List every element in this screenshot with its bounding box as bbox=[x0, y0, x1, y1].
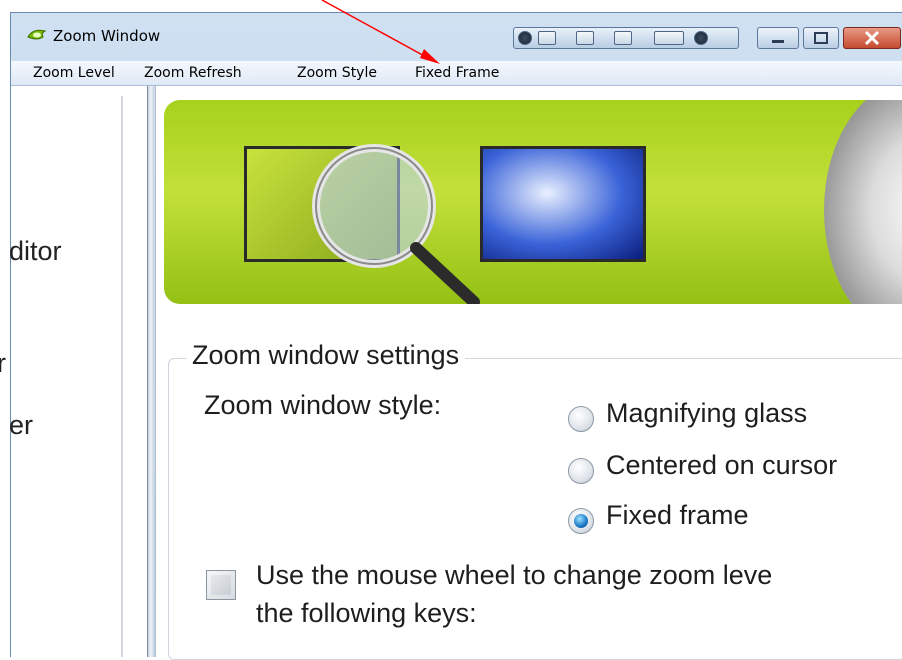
minimize-icon[interactable] bbox=[757, 27, 799, 49]
stop-icon[interactable] bbox=[694, 31, 708, 45]
nav-item-er[interactable]: er bbox=[9, 410, 33, 441]
zoom-banner-image bbox=[164, 100, 902, 304]
frame-icon[interactable] bbox=[654, 31, 684, 45]
zoom-window: Zoom Window Zoom Level Zoom Refresh Zoom… bbox=[0, 12, 902, 660]
radio-magnifying-glass[interactable] bbox=[568, 406, 594, 432]
export-icon[interactable] bbox=[614, 31, 632, 45]
left-navigation-pane: ditor r er bbox=[0, 86, 148, 657]
pane-splitter[interactable] bbox=[148, 86, 154, 657]
radio-centered-on-cursor[interactable] bbox=[568, 458, 594, 484]
fixed-frame-thumbnail bbox=[480, 146, 646, 262]
mouse-wheel-checkbox[interactable] bbox=[206, 570, 236, 600]
radio-fixed-frame[interactable] bbox=[568, 508, 594, 534]
radio-fixed-frame-label[interactable]: Fixed frame bbox=[606, 500, 749, 531]
stack-icon[interactable] bbox=[576, 31, 594, 45]
menu-zoom-style[interactable]: Zoom Style bbox=[297, 65, 377, 81]
magnifier-icon bbox=[312, 144, 480, 304]
radio-magnifying-glass-label[interactable]: Magnifying glass bbox=[606, 398, 807, 429]
banner-swirl bbox=[824, 100, 902, 304]
menu-zoom-level[interactable]: Zoom Level bbox=[33, 65, 115, 81]
record-icon[interactable] bbox=[518, 31, 532, 45]
toolbar-icons bbox=[513, 27, 739, 49]
app-icon bbox=[27, 29, 47, 40]
settings-pane: Zoom window settings Zoom window style: … bbox=[155, 86, 902, 660]
mouse-wheel-checkbox-label-line2[interactable]: the following keys: bbox=[256, 598, 477, 629]
menu-zoom-refresh[interactable]: Zoom Refresh bbox=[144, 65, 242, 81]
maximize-icon[interactable] bbox=[803, 27, 839, 49]
mouse-wheel-checkbox-label-line1[interactable]: Use the mouse wheel to change zoom leve bbox=[256, 560, 772, 591]
window-title: Zoom Window bbox=[53, 27, 161, 45]
zoom-style-label: Zoom window style: bbox=[204, 390, 442, 420]
nav-item-editor[interactable]: ditor bbox=[9, 236, 62, 267]
nav-item-r[interactable]: r bbox=[0, 348, 6, 379]
eye-icon[interactable] bbox=[538, 31, 556, 45]
menu-bar: Zoom Level Zoom Refresh Zoom Style Fixed… bbox=[11, 61, 902, 86]
radio-centered-on-cursor-label[interactable]: Centered on cursor bbox=[606, 450, 837, 481]
pane-border bbox=[121, 96, 123, 657]
menu-fixed-frame[interactable]: Fixed Frame bbox=[415, 65, 499, 81]
settings-group-title: Zoom window settings bbox=[186, 340, 466, 371]
title-bar[interactable]: Zoom Window bbox=[11, 13, 902, 59]
close-icon[interactable] bbox=[843, 27, 901, 49]
